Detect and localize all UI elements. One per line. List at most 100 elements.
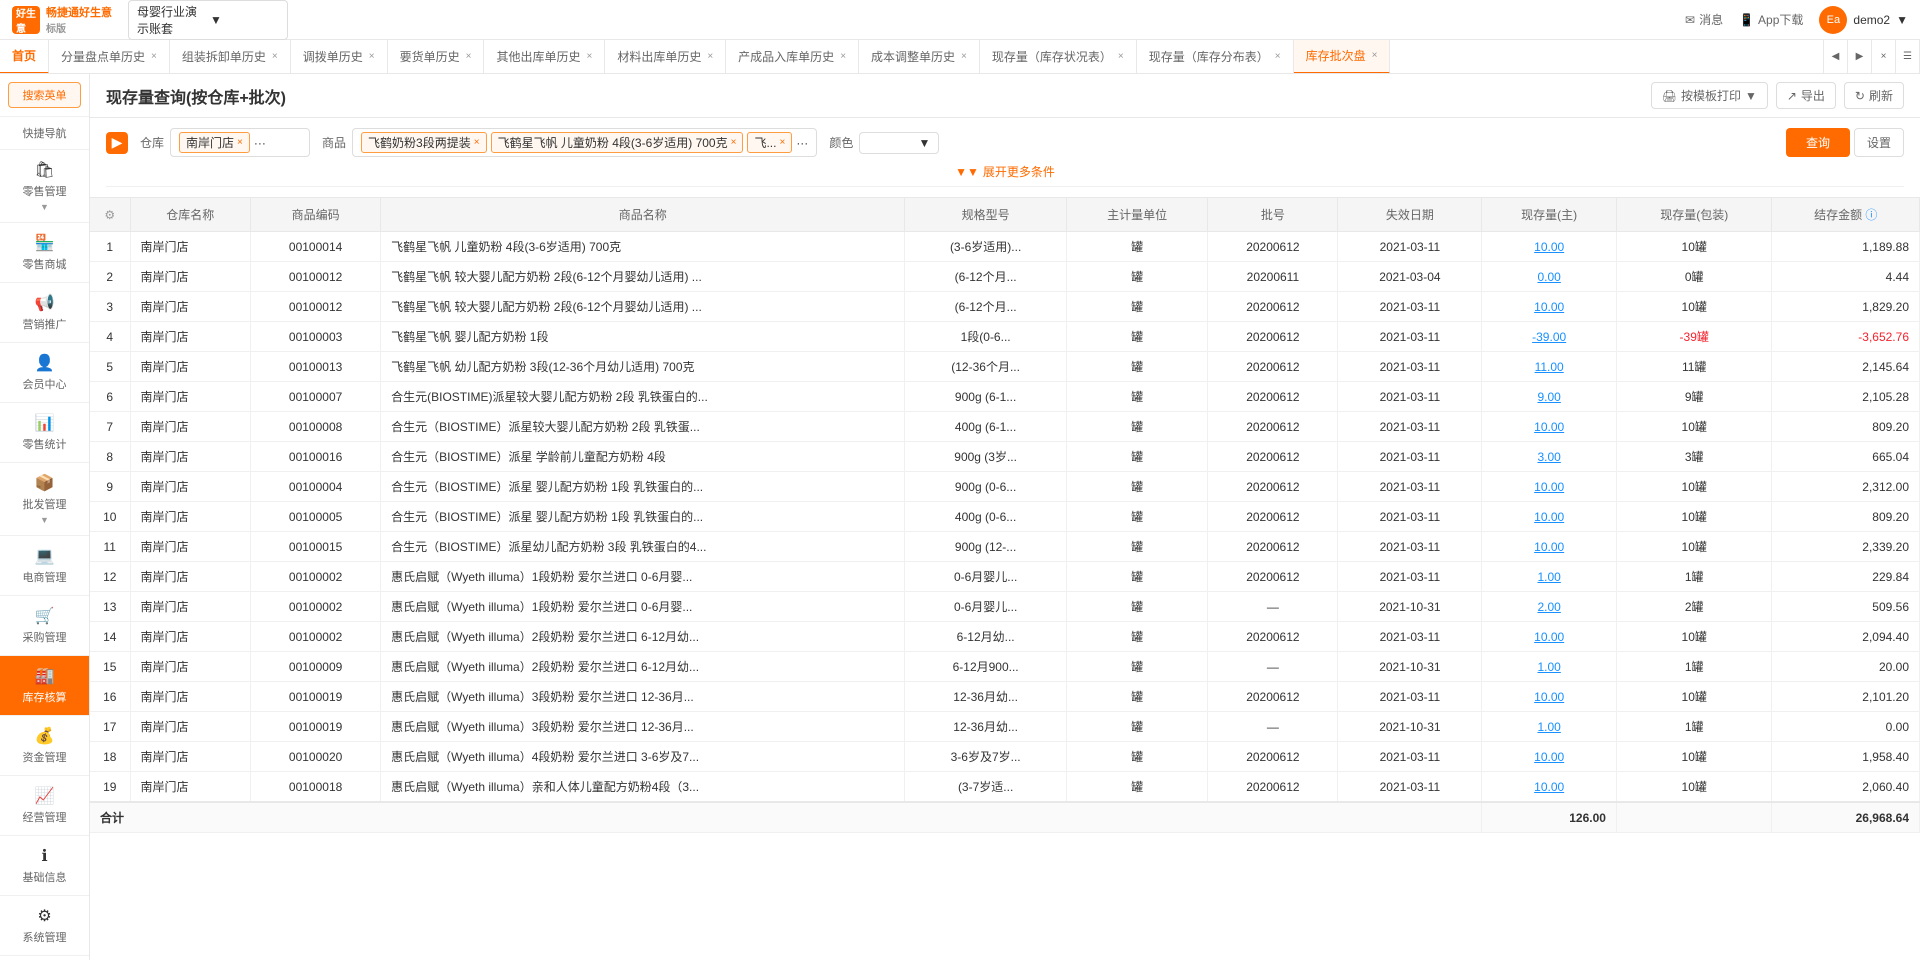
cell-unit: 罐 [1066, 292, 1208, 322]
cell-qty-main[interactable]: 9.00 [1482, 382, 1617, 412]
search-menu-button[interactable]: 搜索英单 [8, 82, 81, 108]
warehouse-input[interactable]: 南岸门店 × ··· [170, 128, 310, 157]
product-tag-1: 飞鹤奶粉3段两提装 × [361, 132, 487, 153]
sidebar-item-purchase[interactable]: 🛒 采购管理 [0, 596, 89, 656]
th-code: 商品编码 [251, 198, 381, 232]
sidebar-item-ecommerce[interactable]: 💻 电商管理 [0, 536, 89, 596]
nav-arrow-left[interactable]: ◀ [1824, 40, 1848, 74]
sidebar-item-cooperation[interactable]: 🤝 企业协同 [0, 956, 89, 960]
tab-xianzai1[interactable]: 现存量（库存状况表） × [980, 40, 1137, 74]
close-cailiao-icon[interactable]: × [707, 51, 713, 62]
filter-toggle-btn[interactable]: ▶ [106, 132, 128, 154]
cell-no: 12 [90, 562, 130, 592]
message-icon: ✉ [1685, 13, 1695, 27]
cell-qty-main[interactable]: 1.00 [1482, 652, 1617, 682]
sidebar-item-wholesale[interactable]: 📦 批发管理 ▼ [0, 463, 89, 536]
close-kupici-icon[interactable]: × [1372, 50, 1378, 61]
cell-qty-main[interactable]: 0.00 [1482, 262, 1617, 292]
product-tag1-remove-icon[interactable]: × [474, 137, 480, 148]
cell-qty-main[interactable]: 10.00 [1482, 412, 1617, 442]
nav-arrow-menu[interactable]: ☰ [1896, 40, 1920, 74]
cell-qty-main[interactable]: 10.00 [1482, 472, 1617, 502]
sidebar-item-system[interactable]: ⚙ 系统管理 [0, 896, 89, 956]
warehouse-dots[interactable]: ··· [254, 136, 266, 150]
sidebar-item-member[interactable]: 👤 会员中心 [0, 343, 89, 403]
tab-home[interactable]: 首页 [0, 40, 49, 74]
sidebar-item-marketing[interactable]: 📢 营销推广 [0, 283, 89, 343]
close-tiaopi-icon[interactable]: × [369, 51, 375, 62]
tab-yaohuo[interactable]: 要货单历史 × [388, 40, 485, 74]
cell-qty-pkg: 10罐 [1616, 232, 1772, 262]
tab-qita[interactable]: 其他出库单历史 × [484, 40, 605, 74]
refresh-btn[interactable]: ↻ 刷新 [1844, 82, 1904, 109]
cell-no: 10 [90, 502, 130, 532]
sidebar-item-operations[interactable]: 📈 经营管理 [0, 776, 89, 836]
tab-chengben[interactable]: 成本调整单历史 × [859, 40, 980, 74]
cell-qty-main[interactable]: -39.00 [1482, 322, 1617, 352]
cell-qty-main[interactable]: 2.00 [1482, 592, 1617, 622]
tab-zuhe[interactable]: 组装拆卸单历史 × [170, 40, 291, 74]
cell-qty-main[interactable]: 10.00 [1482, 742, 1617, 772]
tab-cailiao[interactable]: 材料出库单历史 × [605, 40, 726, 74]
tab-xianzai2[interactable]: 现存量（库存分布表） × [1137, 40, 1294, 74]
print-btn[interactable]: 🖨 按模板打印 ▼ [1651, 82, 1768, 109]
sidebar-search-area: 搜索英单 [0, 74, 89, 117]
cell-qty-main[interactable]: 10.00 [1482, 622, 1617, 652]
expand-btn[interactable]: ▼▼ 展开更多条件 [947, 161, 1063, 182]
nav-arrow-close[interactable]: × [1872, 40, 1896, 74]
cell-qty-main[interactable]: 3.00 [1482, 442, 1617, 472]
close-fenpan-icon[interactable]: × [151, 51, 157, 62]
close-zuhe-icon[interactable]: × [272, 51, 278, 62]
warehouse-remove-icon[interactable]: × [237, 137, 243, 148]
cell-qty-main[interactable]: 1.00 [1482, 562, 1617, 592]
close-yaohuo-icon[interactable]: × [466, 51, 472, 62]
close-qita-icon[interactable]: × [586, 51, 592, 62]
cell-qty-main[interactable]: 11.00 [1482, 352, 1617, 382]
cell-qty-main[interactable]: 10.00 [1482, 532, 1617, 562]
close-xianzai1-icon[interactable]: × [1118, 51, 1124, 62]
settings-gear-icon[interactable]: ⚙ [104, 208, 115, 222]
cell-qty-main[interactable]: 10.00 [1482, 232, 1617, 262]
close-xianzai2-icon[interactable]: × [1275, 51, 1281, 62]
cell-batch: — [1208, 652, 1338, 682]
table-header-row: ⚙ 仓库名称 商品编码 商品名称 规格型号 主计量单位 批号 失效日期 现存量(… [90, 198, 1920, 232]
sidebar-item-retail[interactable]: 🛍 零售管理 ▼ [0, 150, 89, 223]
color-input[interactable]: ▼ [859, 132, 939, 154]
close-chanpin-icon[interactable]: × [840, 51, 846, 62]
cell-qty-main[interactable]: 10.00 [1482, 682, 1617, 712]
cell-unit: 罐 [1066, 442, 1208, 472]
cell-qty-main[interactable]: 10.00 [1482, 502, 1617, 532]
export-btn[interactable]: ↗ 导出 [1776, 82, 1836, 109]
industry-selector[interactable]: 母婴行业演示账套 ▼ [128, 0, 288, 40]
sidebar-item-basic[interactable]: ℹ 基础信息 [0, 836, 89, 896]
sidebar-item-retail-shop[interactable]: 🏪 零售商城 [0, 223, 89, 283]
product-tag2-remove-icon[interactable]: × [731, 137, 737, 148]
cell-qty-main[interactable]: 1.00 [1482, 712, 1617, 742]
cell-qty-main[interactable]: 10.00 [1482, 772, 1617, 803]
tab-chanpin[interactable]: 产成品入库单历史 × [726, 40, 859, 74]
app-download-btn[interactable]: 📱 App下载 [1739, 11, 1803, 28]
cell-spec: 900g (0-6... [905, 472, 1066, 502]
product-input[interactable]: 飞鹤奶粉3段两提装 × 飞鹤星飞帆 儿童奶粉 4段(3-6岁适用) 700克 ×… [352, 128, 817, 157]
tab-tiaopi[interactable]: 调拨单历史 × [291, 40, 388, 74]
product-tag3-remove-icon[interactable]: × [779, 137, 785, 148]
amount-info-icon[interactable]: ⓘ [1865, 208, 1877, 222]
cell-no: 18 [90, 742, 130, 772]
sidebar-item-retail-stats[interactable]: 📊 零售统计 [0, 403, 89, 463]
message-btn[interactable]: ✉ 消息 [1685, 11, 1723, 28]
nav-arrow-right[interactable]: ▶ [1848, 40, 1872, 74]
settings-button[interactable]: 设置 [1854, 128, 1904, 157]
tab-kupici[interactable]: 库存批次盘 × [1294, 40, 1391, 74]
sidebar-item-finance[interactable]: 💰 资金管理 [0, 716, 89, 776]
user-area[interactable]: Ea demo2 ▼ [1819, 6, 1908, 34]
industry-chevron-icon: ▼ [210, 13, 279, 27]
cell-batch: 20200612 [1208, 532, 1338, 562]
product-dots[interactable]: ··· [796, 136, 808, 150]
sidebar-item-inventory[interactable]: 🏭 库存核算 [0, 656, 89, 716]
cell-qty-main[interactable]: 10.00 [1482, 292, 1617, 322]
table-row: 4 南岸门店 00100003 飞鹤星飞帆 婴儿配方奶粉 1段 1段(0-6..… [90, 322, 1920, 352]
tab-fenpan[interactable]: 分量盘点单历史 × [49, 40, 170, 74]
close-chengben-icon[interactable]: × [961, 51, 967, 62]
cell-name: 惠氏启赋（Wyeth illuma）2段奶粉 爱尔兰进口 6-12月幼... [381, 622, 905, 652]
search-button[interactable]: 查询 [1786, 128, 1850, 157]
